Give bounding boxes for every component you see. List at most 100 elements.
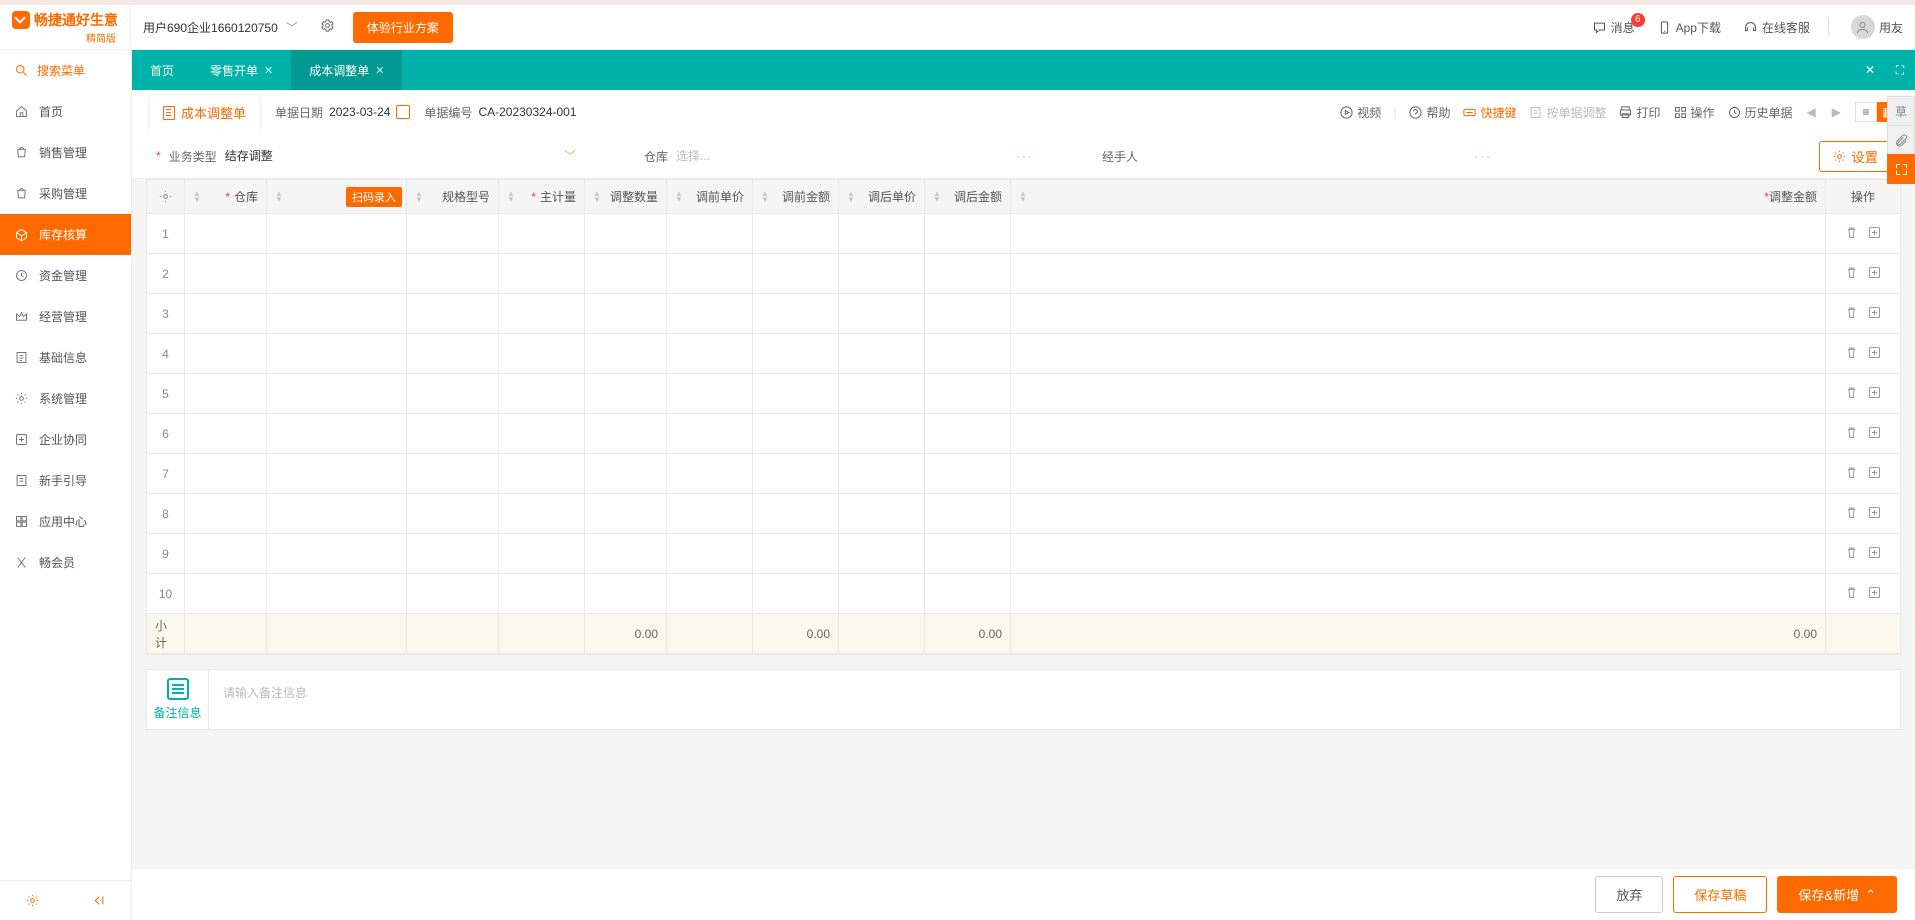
tab-close-icon[interactable]: ✕ <box>264 64 273 77</box>
brand-logo: 畅捷通好生意 精简版 <box>12 10 118 45</box>
save-new-button[interactable]: 保存&新增⌃ <box>1777 876 1897 913</box>
user-name: 用友 <box>1879 19 1903 36</box>
row-add-icon[interactable] <box>1867 545 1882 563</box>
row-delete-icon[interactable] <box>1844 225 1859 243</box>
print-action[interactable]: 打印 <box>1618 104 1660 121</box>
user-menu[interactable]: 用友 <box>1851 15 1903 39</box>
tabs-close-button[interactable]: ✕ <box>1855 55 1885 85</box>
col-product[interactable]: ▲▼*商品扫码录入 <box>267 180 407 213</box>
sidebar-footer-settings[interactable] <box>0 881 66 920</box>
row-add-icon[interactable] <box>1867 305 1882 323</box>
col-warehouse[interactable]: ▲▼*仓库 <box>185 180 267 213</box>
row-add-icon[interactable] <box>1867 385 1882 403</box>
biz-type-label: 业务类型 <box>169 148 217 165</box>
sidebar-item-2[interactable]: 采购管理 <box>0 173 131 214</box>
row-add-icon[interactable] <box>1867 345 1882 363</box>
sidebar-item-11[interactable]: 畅会员 <box>0 542 131 583</box>
rail-draft-button[interactable]: 草 <box>1887 96 1915 126</box>
row-delete-icon[interactable] <box>1844 425 1859 443</box>
tab-close-icon[interactable]: ✕ <box>375 64 384 77</box>
row-add-icon[interactable] <box>1867 225 1882 243</box>
messages-link[interactable]: 消息 6 <box>1592 19 1635 36</box>
row-delete-icon[interactable] <box>1844 585 1859 603</box>
col-preprice[interactable]: ▲▼调前单价 <box>667 180 753 213</box>
table-row[interactable]: 1 <box>147 214 1900 254</box>
col-preamt[interactable]: ▲▼调前金额 <box>753 180 839 213</box>
col-postprice[interactable]: ▲▼调后单价 <box>839 180 925 213</box>
warehouse-select[interactable]: 选择... ··· <box>676 141 1034 171</box>
table-row[interactable]: 10 <box>147 574 1900 614</box>
settings-gear-icon[interactable] <box>320 18 335 36</box>
view-list-button[interactable]: ≡ <box>1855 102 1877 122</box>
row-delete-icon[interactable] <box>1844 465 1859 483</box>
bydoc-action[interactable]: 按单据调整 <box>1528 104 1606 121</box>
row-add-icon[interactable] <box>1867 425 1882 443</box>
col-postamt[interactable]: ▲▼调后金额 <box>925 180 1011 213</box>
table-row[interactable]: 5 <box>147 374 1900 414</box>
remark-input[interactable] <box>209 670 1900 729</box>
ops-action[interactable]: 操作 <box>1673 104 1715 121</box>
discard-button[interactable]: 放弃 <box>1595 876 1663 913</box>
col-mainqty[interactable]: ▲▼*主计量 <box>499 180 585 213</box>
settings-button[interactable]: 设置 <box>1819 141 1891 172</box>
handler-select[interactable]: ··· <box>1146 141 1492 171</box>
support-link[interactable]: 在线客服 <box>1743 19 1810 36</box>
sidebar-item-4[interactable]: 资金管理 <box>0 255 131 296</box>
table-row[interactable]: 8 <box>147 494 1900 534</box>
messages-badge: 6 <box>1631 13 1645 27</box>
doc-date-field[interactable]: 单据日期 2023-03-24 <box>275 104 410 121</box>
warehouse-label: 仓库 <box>644 148 668 165</box>
row-delete-icon[interactable] <box>1844 385 1859 403</box>
row-delete-icon[interactable] <box>1844 545 1859 563</box>
table-row[interactable]: 3 <box>147 294 1900 334</box>
col-spec[interactable]: ▲▼规格型号 <box>407 180 499 213</box>
next-doc-button[interactable]: ▶ <box>1830 105 1843 119</box>
tab-0[interactable]: 首页 <box>132 50 192 90</box>
tab-1[interactable]: 零售开单✕ <box>192 50 291 90</box>
table-row[interactable]: 7 <box>147 454 1900 494</box>
sidebar-collapse-button[interactable] <box>66 881 132 920</box>
prev-doc-button[interactable]: ◀ <box>1805 105 1818 119</box>
row-delete-icon[interactable] <box>1844 265 1859 283</box>
sidebar-item-5[interactable]: 经营管理 <box>0 296 131 337</box>
sidebar-search[interactable]: 搜索菜单 <box>0 50 131 91</box>
sidebar-item-6[interactable]: 基础信息 <box>0 337 131 378</box>
tenant-selector[interactable]: 用户690企业1660120750 ﹀ <box>130 5 310 49</box>
rail-attach-button[interactable] <box>1887 125 1915 155</box>
industry-cta-button[interactable]: 体验行业方案 <box>353 12 453 43</box>
tab-2[interactable]: 成本调整单✕ <box>291 50 402 90</box>
help-action[interactable]: 帮助 <box>1408 104 1450 121</box>
col-adjamt[interactable]: ▲▼*调整金额 <box>1011 180 1826 213</box>
doc-title-tab: 成本调整单 <box>148 94 261 130</box>
save-draft-button[interactable]: 保存草稿 <box>1673 876 1767 913</box>
history-action[interactable]: 历史单据 <box>1727 104 1793 121</box>
doc-title: 成本调整单 <box>181 103 246 122</box>
table-row[interactable]: 6 <box>147 414 1900 454</box>
sidebar-item-0[interactable]: 首页 <box>0 91 131 132</box>
scan-badge[interactable]: 扫码录入 <box>346 187 402 207</box>
row-delete-icon[interactable] <box>1844 505 1859 523</box>
row-add-icon[interactable] <box>1867 265 1882 283</box>
sidebar-item-1[interactable]: 销售管理 <box>0 132 131 173</box>
col-config-button[interactable] <box>147 180 185 213</box>
sidebar-item-3[interactable]: 库存核算 <box>0 214 131 255</box>
row-add-icon[interactable] <box>1867 505 1882 523</box>
table-row[interactable]: 4 <box>147 334 1900 374</box>
sidebar-item-9[interactable]: 新手引导 <box>0 460 131 501</box>
col-adjqty[interactable]: ▲▼调整数量 <box>585 180 667 213</box>
shortcut-action[interactable]: 快捷键 <box>1462 104 1516 121</box>
biz-type-select[interactable]: 结存调整 ﹀ <box>225 141 576 171</box>
table-row[interactable]: 2 <box>147 254 1900 294</box>
sidebar-item-8[interactable]: 企业协同 <box>0 419 131 460</box>
row-add-icon[interactable] <box>1867 465 1882 483</box>
tabs-expand-button[interactable]: ⛶ <box>1885 55 1915 85</box>
sidebar-item-7[interactable]: 系统管理 <box>0 378 131 419</box>
sidebar-item-10[interactable]: 应用中心 <box>0 501 131 542</box>
row-delete-icon[interactable] <box>1844 305 1859 323</box>
video-action[interactable]: 视频 <box>1339 104 1381 121</box>
row-delete-icon[interactable] <box>1844 345 1859 363</box>
app-download-link[interactable]: App下载 <box>1657 19 1721 36</box>
row-add-icon[interactable] <box>1867 585 1882 603</box>
table-row[interactable]: 9 <box>147 534 1900 574</box>
rail-expand-button[interactable] <box>1887 154 1915 184</box>
